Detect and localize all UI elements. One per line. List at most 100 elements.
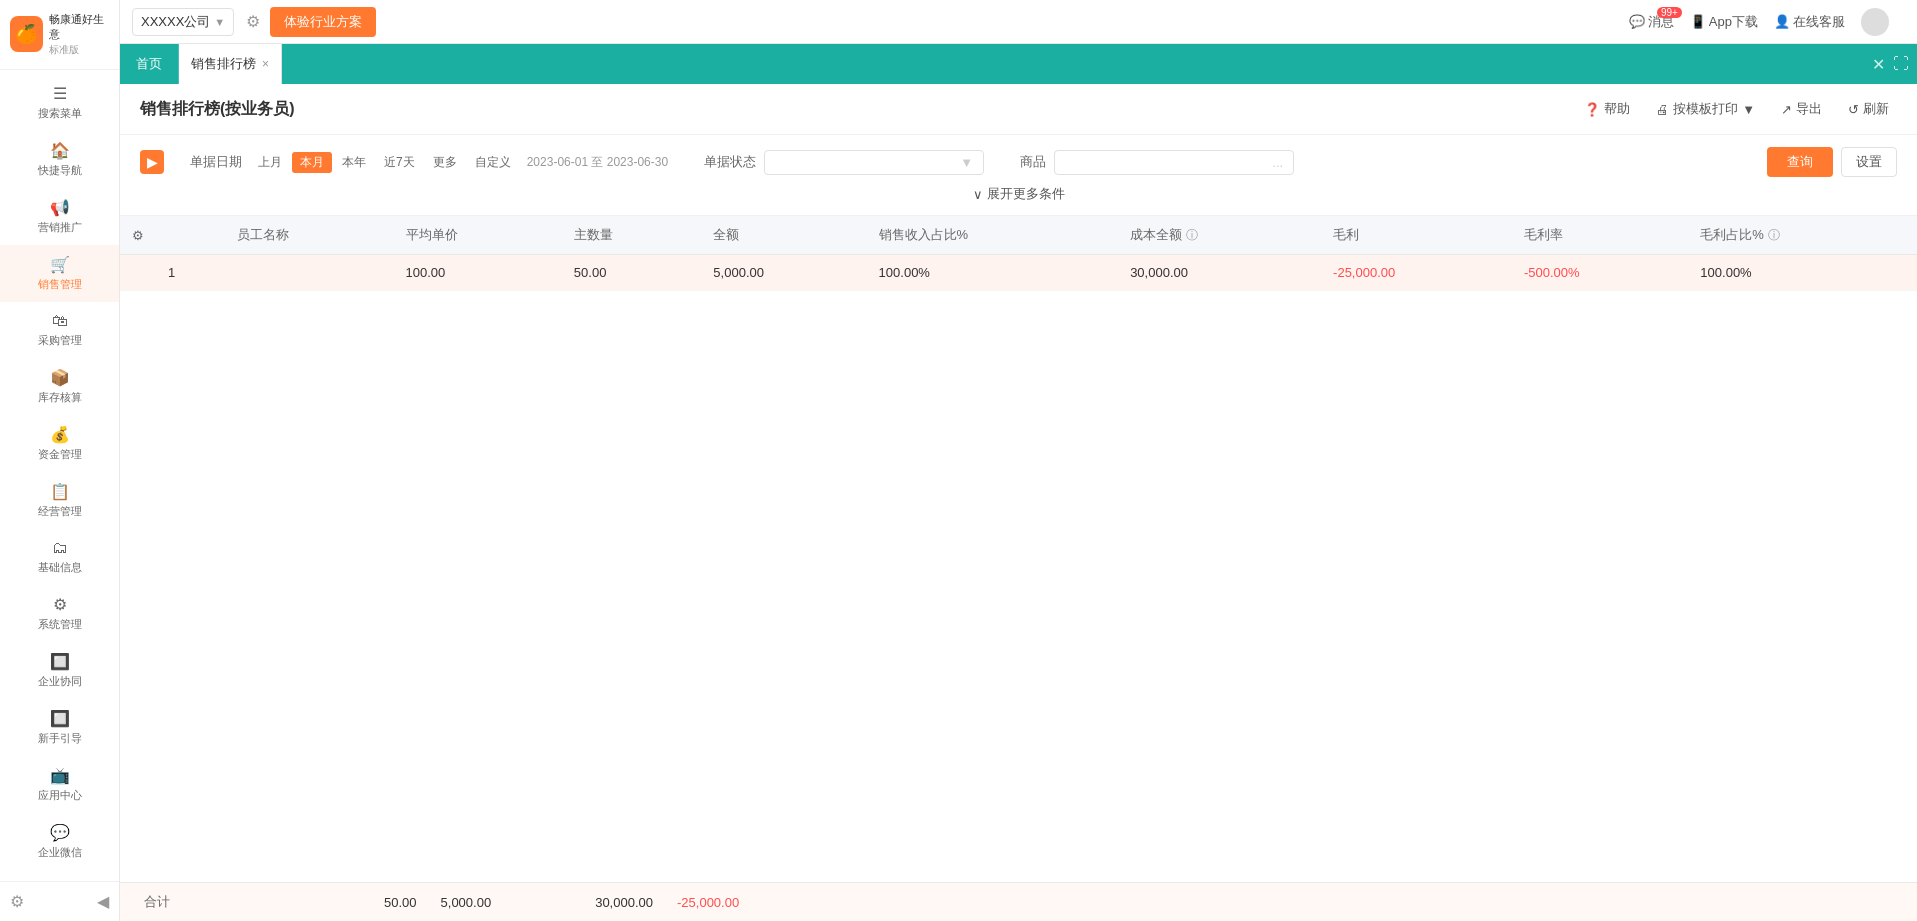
operations-icon: 📋	[50, 482, 70, 501]
status-select[interactable]: ▼	[764, 150, 984, 175]
status-chevron-icon: ▼	[960, 155, 973, 170]
sidebar-item-nav[interactable]: 🏠 快捷导航	[0, 131, 119, 188]
print-icon: 🖨	[1656, 102, 1669, 117]
logo-sub: 标准版	[49, 43, 109, 57]
sidebar-item-apps[interactable]: 📺 应用中心	[0, 756, 119, 813]
expand-label: 展开更多条件	[987, 185, 1065, 203]
sidebar-item-member[interactable]: V 畅会员	[0, 870, 119, 881]
sidebar-item-finance[interactable]: 💰 资金管理	[0, 415, 119, 472]
filter-toggle-btn[interactable]: ▶	[140, 150, 164, 174]
col-gross-pct: 毛利占比% ⓘ	[1688, 216, 1917, 255]
sidebar-item-marketing[interactable]: 📢 营销推广	[0, 188, 119, 245]
refresh-btn[interactable]: ↺ 刷新	[1840, 96, 1897, 122]
sidebar-item-label: 企业微信	[38, 845, 82, 860]
settings-button[interactable]: 设置	[1841, 147, 1897, 177]
goods-input[interactable]: ...	[1054, 150, 1294, 175]
row-gross: -25,000.00	[1321, 255, 1512, 291]
col-name: 员工名称	[225, 216, 393, 255]
sidebar: 🍊 畅康通好生意 标准版 ☰ 搜索菜单 🏠 快捷导航 📢 营销推广 🛒 销售管理…	[0, 0, 120, 921]
sidebar-item-label: 营销推广	[38, 220, 82, 235]
sidebar-item-guide[interactable]: 🔲 新手引导	[0, 699, 119, 756]
service-label: 在线客服	[1793, 13, 1845, 31]
sidebar-item-wechat[interactable]: 💬 企业微信	[0, 813, 119, 870]
industry-button[interactable]: 体验行业方案	[270, 7, 376, 37]
goods-filter-label: 商品	[1020, 153, 1046, 171]
wechat-icon: 💬	[50, 823, 70, 842]
date-tab-7days[interactable]: 近7天	[376, 152, 423, 173]
help-btn[interactable]: ❓ 帮助	[1576, 96, 1638, 122]
app-download-btn[interactable]: 📱 App下载	[1690, 13, 1758, 31]
date-tab-custom[interactable]: 自定义	[467, 152, 519, 173]
date-tab-more[interactable]: 更多	[425, 152, 465, 173]
company-selector[interactable]: XXXXX公司 ▼	[132, 8, 234, 36]
export-btn[interactable]: ↗ 导出	[1773, 96, 1830, 122]
expand-more-btn[interactable]: ∨ 展开更多条件	[140, 185, 1897, 203]
phone-icon: 📱	[1690, 14, 1706, 29]
tabbar: 首页 销售排行榜 × ✕ ⛶	[120, 44, 1917, 84]
tab-home[interactable]: 首页	[120, 44, 179, 84]
system-icon: ⚙	[53, 595, 67, 614]
tabbar-right: ✕ ⛶	[1872, 55, 1917, 74]
right-action-btns: 查询 设置	[1767, 147, 1897, 177]
settings-bottom-icon[interactable]: ⚙	[10, 892, 24, 911]
data-table: ⚙ 员工名称 平均单价 主数量 全额 销售收入占比% 成本全额 ⓘ 毛利 毛利率	[120, 216, 1917, 291]
enterprise-icon: 🔲	[50, 652, 70, 671]
sidebar-item-label: 资金管理	[38, 447, 82, 462]
apps-icon: 📺	[50, 766, 70, 785]
chevron-down-icon: ▼	[214, 16, 225, 28]
col-gross-rate: 毛利率	[1512, 216, 1688, 255]
sidebar-item-label: 销售管理	[38, 277, 82, 292]
col-sales-pct: 销售收入占比%	[867, 216, 1119, 255]
avatar[interactable]	[1861, 8, 1889, 36]
date-tab-this-year[interactable]: 本年	[334, 152, 374, 173]
logo-icon: 🍊	[10, 16, 43, 52]
date-tab-last-month[interactable]: 上月	[250, 152, 290, 173]
help-label: 帮助	[1604, 100, 1630, 118]
sidebar-item-system[interactable]: ⚙ 系统管理	[0, 585, 119, 642]
print-btn[interactable]: 🖨 按模板打印 ▼	[1648, 96, 1763, 122]
member-icon: V	[54, 880, 65, 881]
status-filter-label: 单据状态	[704, 153, 756, 171]
date-tab-this-month[interactable]: 本月	[292, 152, 332, 173]
footer-label: 合计	[132, 893, 212, 911]
print-label: 按模板打印	[1673, 100, 1738, 118]
date-filter: 单据日期 上月 本月 本年 近7天 更多 自定义 2023-06-01 至 20…	[190, 152, 668, 173]
sidebar-item-label: 企业协同	[38, 674, 82, 689]
sidebar-item-operations[interactable]: 📋 经营管理	[0, 472, 119, 529]
sidebar-item-sales[interactable]: 🛒 销售管理	[0, 245, 119, 302]
sidebar-item-purchase[interactable]: 🛍 采购管理	[0, 302, 119, 358]
date-range-text: 2023-06-01 至 2023-06-30	[527, 154, 668, 171]
cost-info-icon[interactable]: ⓘ	[1186, 228, 1198, 242]
tab-sales-ranking[interactable]: 销售排行榜 ×	[179, 44, 282, 84]
online-service-btn[interactable]: 👤 在线客服	[1774, 13, 1845, 31]
footer-cost-amount: 30,000.00	[583, 895, 665, 910]
table-footer: 合计 50.00 5,000.00 30,000.00 -25,000.00	[120, 882, 1917, 921]
sidebar-item-label: 系统管理	[38, 617, 82, 632]
refresh-icon: ↺	[1848, 102, 1859, 117]
status-filter: 单据状态 ▼	[704, 150, 984, 175]
footer-main-qty: 50.00	[372, 895, 429, 910]
col-main-qty: 主数量	[562, 216, 702, 255]
tab-close-icon[interactable]: ×	[262, 57, 269, 71]
message-btn[interactable]: 💬 消息 99+	[1629, 13, 1674, 31]
logo-text: 畅康通好生意	[49, 12, 109, 43]
sidebar-item-basic[interactable]: 🗂 基础信息	[0, 529, 119, 585]
sidebar-item-search[interactable]: ☰ 搜索菜单	[0, 74, 119, 131]
query-button[interactable]: 查询	[1767, 147, 1833, 177]
col-amount: 全额	[701, 216, 866, 255]
help-icon: ❓	[1584, 102, 1600, 117]
company-name: XXXXX公司	[141, 13, 210, 31]
row-gross-rate: -500.00%	[1512, 255, 1688, 291]
date-filter-label: 单据日期	[190, 153, 242, 171]
col-settings[interactable]: ⚙	[120, 216, 156, 255]
sidebar-item-label: 经营管理	[38, 504, 82, 519]
filter-row-1: ▶ 单据日期 上月 本月 本年 近7天 更多 自定义 2023-06-01 至 …	[140, 147, 1897, 177]
settings-icon[interactable]: ⚙	[246, 12, 260, 31]
gross-pct-info-icon[interactable]: ⓘ	[1768, 228, 1780, 242]
maximize-icon[interactable]: ⛶	[1893, 55, 1909, 73]
close-window-icon[interactable]: ✕	[1872, 55, 1885, 74]
export-label: 导出	[1796, 100, 1822, 118]
sidebar-item-inventory[interactable]: 📦 库存核算	[0, 358, 119, 415]
collapse-icon[interactable]: ◀	[97, 892, 109, 911]
sidebar-item-enterprise[interactable]: 🔲 企业协同	[0, 642, 119, 699]
